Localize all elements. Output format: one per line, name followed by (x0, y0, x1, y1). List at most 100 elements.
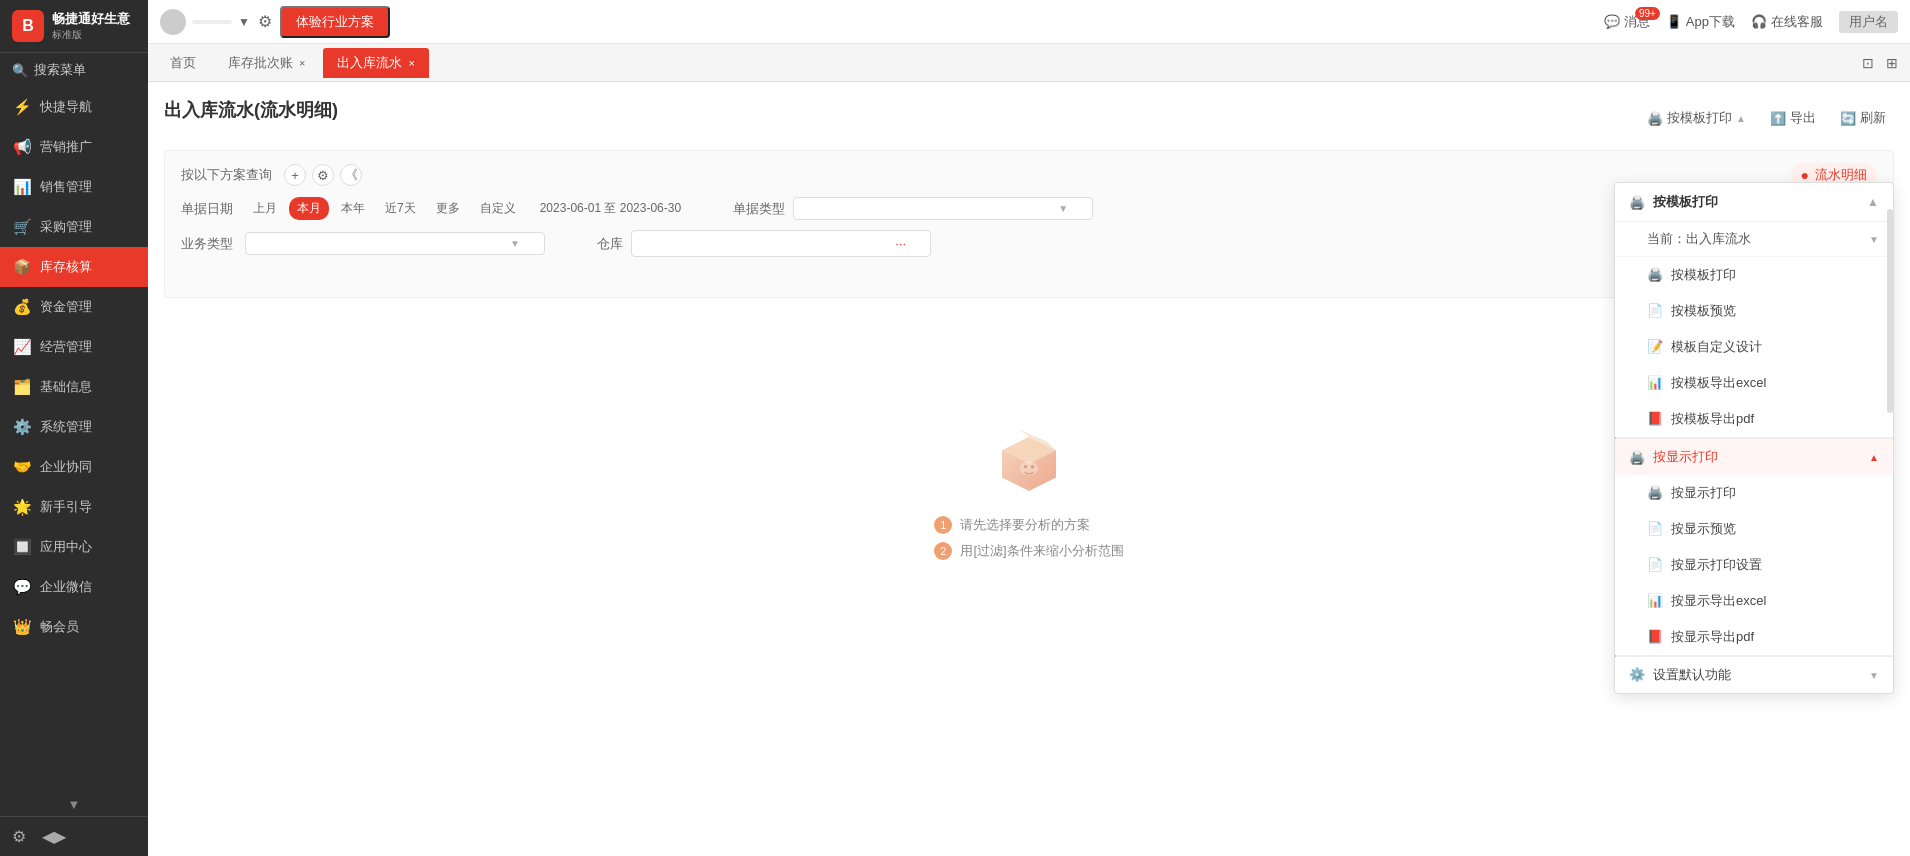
tab-batch-close[interactable]: × (299, 57, 305, 69)
quicknav-icon: ⚡ (12, 98, 32, 116)
sidebar-item-basic[interactable]: 🗂️ 基础信息 (0, 367, 148, 407)
current-template-label: 当前：出入库流水 (1647, 230, 1869, 248)
topbar-user[interactable]: ▼ (160, 9, 250, 35)
tip-number-1: 1 (934, 516, 952, 534)
sidebar-search[interactable]: 🔍 搜索菜单 (0, 53, 148, 87)
sidebar-item-marketing[interactable]: 📢 营销推广 (0, 127, 148, 167)
topbar-user-name[interactable]: 用户名 (1839, 11, 1898, 33)
sidebar-item-quicknav[interactable]: ⚡ 快捷导航 (0, 87, 148, 127)
refresh-button[interactable]: 🔄 刷新 (1832, 105, 1894, 131)
marketing-icon: 📢 (12, 138, 32, 156)
filter-add-button[interactable]: + (284, 164, 306, 186)
export-button[interactable]: ⬆️ 导出 (1762, 105, 1824, 131)
page-title: 出入库流水(流水明细) (164, 98, 338, 122)
sidebar-item-inventory[interactable]: 📦 库存核算 (0, 247, 148, 287)
sidebar-item-member[interactable]: 👑 畅会员 (0, 607, 148, 647)
sidebar-item-guide[interactable]: 🌟 新手引导 (0, 487, 148, 527)
sidebar-logo: B 畅捷通好生意 标准版 (0, 0, 148, 53)
sidebar-item-appstore[interactable]: 🔲 应用中心 (0, 527, 148, 567)
date-tabs: 上月 本月 本年 近7天 更多 自定义 (245, 197, 524, 220)
content-area: 出入库流水(流水明细) 🖨️ 按模板打印 ▲ ⬆️ 导出 🔄 刷新 (148, 82, 1910, 856)
dropdown-default-function[interactable]: ⚙️ 设置默认功能 ▼ (1615, 657, 1893, 693)
online-service-button[interactable]: 🎧 在线客服 (1751, 13, 1823, 31)
dropdown-pdf-icon-2: 📕 (1647, 629, 1663, 645)
dropdown-item-template-print[interactable]: 🖨️ 按模板打印 (1615, 257, 1893, 293)
dropdown-item-display-excel[interactable]: 📊 按显示导出excel (1615, 583, 1893, 619)
dropdown-item-template-pdf[interactable]: 📕 按模板导出pdf (1615, 401, 1893, 437)
tab-flow-close[interactable]: × (408, 57, 414, 69)
dropdown-item-display-settings[interactable]: 📄 按显示打印设置 (1615, 547, 1893, 583)
dropdown-excel-icon-2: 📊 (1647, 593, 1663, 609)
empty-tip-1: 1 请先选择要分析的方案 (934, 516, 1123, 534)
date-tab-currentyear[interactable]: 本年 (333, 197, 373, 220)
date-tab-currentmonth[interactable]: 本月 (289, 197, 329, 220)
main-area: ▼ ⚙ 体验行业方案 💬 消息 99+ 📱 App下载 🎧 在线客服 用户名 (148, 0, 1910, 856)
dropdown-preview-icon-1: 📄 (1647, 303, 1663, 319)
headset-icon: 🎧 (1751, 14, 1767, 29)
dropdown-item-display-preview[interactable]: 📄 按显示预览 (1615, 511, 1893, 547)
tabs-bar: 首页 库存批次账 × 出入库流水 × ⊡ ⊞ (148, 44, 1910, 82)
sidebar-scroll-down[interactable]: ▼ (0, 793, 148, 816)
restore-window-button[interactable]: ⊡ (1858, 51, 1878, 75)
doctype-arrow: ▼ (1058, 203, 1068, 214)
system-icon: ⚙️ (12, 418, 32, 436)
sidebar-settings-button[interactable]: ⚙ (12, 827, 26, 846)
dropdown-item-display-pdf[interactable]: 📕 按显示导出pdf (1615, 619, 1893, 655)
warehouse-select[interactable]: ··· (631, 230, 931, 257)
tab-flow[interactable]: 出入库流水 × (323, 48, 428, 78)
sidebar-footer: ⚙ ◀▶ (0, 816, 148, 856)
print-template-button[interactable]: 🖨️ 按模板打印 ▲ (1639, 105, 1754, 131)
dropdown-item-display-print[interactable]: 🖨️ 按显示打印 (1615, 475, 1893, 511)
dropdown-current-template[interactable]: 当前：出入库流水 ▼ (1615, 222, 1893, 257)
user-dropdown-arrow[interactable]: ▼ (238, 15, 250, 29)
biztype-select[interactable]: ▼ (245, 232, 545, 255)
corp-icon: 🤝 (12, 458, 32, 476)
sidebar-item-system[interactable]: ⚙️ 系统管理 (0, 407, 148, 447)
dropdown-preview-icon-2: 📄 (1647, 521, 1663, 537)
sidebar-item-ops[interactable]: 📈 经营管理 (0, 327, 148, 367)
filter-collapse-button[interactable]: 《 (340, 164, 362, 186)
phone-icon: 📱 (1666, 14, 1682, 29)
sidebar-collapse-button[interactable]: ◀▶ (42, 827, 66, 846)
dropdown-pdf-icon-1: 📕 (1647, 411, 1663, 427)
print-chevron-up: ▲ (1736, 113, 1746, 124)
sidebar-item-purchase[interactable]: 🛒 采购管理 (0, 207, 148, 247)
filter-warehouse-group: 仓库 ··· (597, 230, 931, 257)
dropdown-item-template-preview[interactable]: 📄 按模板预览 (1615, 293, 1893, 329)
app-download-button[interactable]: 📱 App下载 (1666, 13, 1735, 31)
dropdown-chevron-up[interactable]: ▲ (1867, 195, 1879, 209)
tip-number-2: 2 (934, 542, 952, 560)
inventory-icon: 📦 (12, 258, 32, 276)
user-avatar (160, 9, 186, 35)
tab-batch[interactable]: 库存批次账 × (214, 48, 319, 78)
sidebar-item-finance[interactable]: 💰 资金管理 (0, 287, 148, 327)
dropdown-item-template-excel[interactable]: 📊 按模板导出excel (1615, 365, 1893, 401)
doctype-select[interactable]: ▼ (793, 197, 1093, 220)
svg-point-5 (1031, 465, 1035, 469)
date-tab-custom[interactable]: 自定义 (472, 197, 524, 220)
expand-window-button[interactable]: ⊞ (1882, 51, 1902, 75)
dropdown-header: 🖨️ 按模板打印 ▲ (1615, 183, 1893, 222)
warehouse-more[interactable]: ··· (895, 236, 906, 251)
dropdown-scrollbar[interactable] (1887, 183, 1893, 693)
dropdown-display-header[interactable]: 🖨️ 按显示打印 ▲ (1615, 439, 1893, 475)
ops-icon: 📈 (12, 338, 32, 356)
messages-badge: 99+ (1635, 7, 1660, 20)
date-tab-lastmonth[interactable]: 上月 (245, 197, 285, 220)
filter-doctype-group: 单据类型 ▼ (733, 197, 1093, 220)
topbar-gear-icon[interactable]: ⚙ (258, 12, 272, 31)
date-tab-more[interactable]: 更多 (428, 197, 468, 220)
sales-icon: 📊 (12, 178, 32, 196)
sidebar-item-sales[interactable]: 📊 销售管理 (0, 167, 148, 207)
sidebar-item-wechat[interactable]: 💬 企业微信 (0, 567, 148, 607)
messages-button[interactable]: 💬 消息 99+ (1604, 13, 1650, 31)
date-tab-last7days[interactable]: 近7天 (377, 197, 424, 220)
sidebar: B 畅捷通好生意 标准版 🔍 搜索菜单 ⚡ 快捷导航 📢 营销推广 📊 销售管理… (0, 0, 148, 856)
filter-settings-button[interactable]: ⚙ (312, 164, 334, 186)
svg-point-4 (1024, 465, 1028, 469)
sidebar-item-corp[interactable]: 🤝 企业协同 (0, 447, 148, 487)
dropdown-item-template-customize[interactable]: 📝 模板自定义设计 (1615, 329, 1893, 365)
trial-button[interactable]: 体验行业方案 (280, 6, 390, 38)
tab-home[interactable]: 首页 (156, 48, 210, 78)
dropdown-display-icon: 🖨️ (1629, 450, 1645, 465)
